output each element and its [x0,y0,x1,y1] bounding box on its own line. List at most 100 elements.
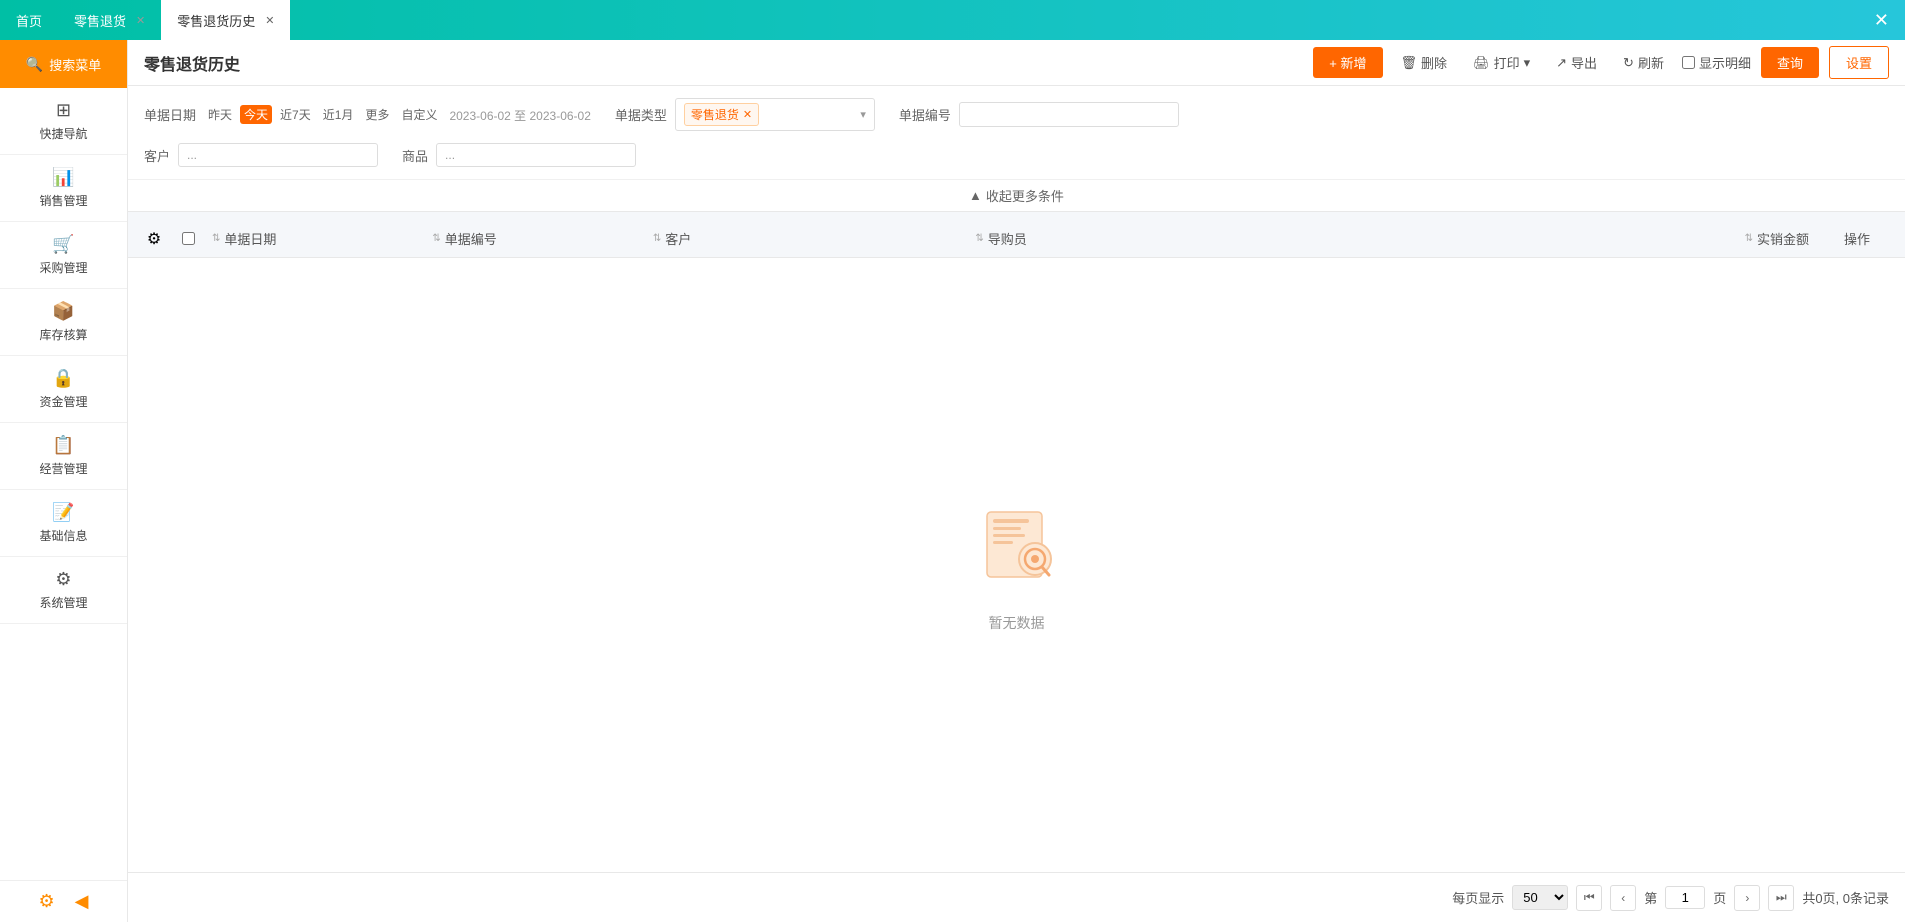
th-date-label: 单据日期 [224,229,276,248]
filter-row-1: 单据日期 昨天 今天 近7天 近1月 更多 自定义 2023-06-02 至 2… [144,98,1889,131]
shortcut-custom[interactable]: 自定义 [397,105,441,124]
page-title: 零售退货历史 [144,51,240,75]
delete-label: 删除 [1421,53,1447,72]
finance-icon: 🔒 [52,368,74,389]
query-button[interactable]: 查询 [1761,47,1819,78]
sidebar-item-quick-nav-label: 快捷导航 [39,125,87,142]
sidebar-search-label: 搜索菜单 [49,55,101,74]
table-settings-icon[interactable]: ⚙ [136,229,172,249]
sidebar-item-sales-label: 销售管理 [39,192,87,209]
sidebar-item-system-mgmt[interactable]: ⚙ 系统管理 [0,557,127,624]
shortcut-today[interactable]: 今天 [240,105,272,124]
per-page-label: 每页显示 [1452,888,1504,907]
tab-retail-return[interactable]: 零售退货 ✕ [58,0,161,40]
sidebar-item-inventory[interactable]: 📦 库存核算 [0,289,127,356]
sidebar-item-quick-nav[interactable]: ⊞ 快捷导航 [0,88,127,155]
filter-row-2: 客户 ... 商品 ... [144,143,1889,167]
th-date-sort-icon[interactable]: ⇅ [212,233,220,244]
customer-input[interactable]: ... [178,143,378,167]
tab-retail-return-label: 零售退货 [74,11,126,30]
th-amount: ⇅ 实销金额 [1188,229,1817,248]
date-range-display: 2023-06-02 至 2023-06-02 [449,107,590,124]
tab-home[interactable]: 首页 [0,0,58,40]
sidebar-item-purchase-label: 采购管理 [39,259,87,276]
display-checkbox-input[interactable] [1682,56,1695,69]
search-icon: 🔍 [26,56,43,73]
shortcut-yesterday[interactable]: 昨天 [204,105,236,124]
per-page-select[interactable]: 50 100 200 [1512,885,1568,910]
purchase-icon: 🛒 [52,234,74,255]
date-filter: 单据日期 昨天 今天 近7天 近1月 更多 自定义 2023-06-02 至 2… [144,105,591,124]
refresh-label: 刷新 [1638,53,1664,72]
sidebar: 🔍 搜索菜单 ⊞ 快捷导航 📊 销售管理 🛒 采购管理 📦 库存核算 🔒 [0,40,128,922]
refresh-icon: ↻ [1623,55,1634,71]
th-date: ⇅ 单据日期 [204,229,424,248]
th-customer-sort-icon[interactable]: ⇅ [653,233,661,244]
type-select[interactable]: 零售退货 ✕ ▾ [675,98,875,131]
page-input[interactable]: 1 [1665,886,1705,909]
content-area: 零售退货历史 + 新增 🗑 删除 🖨 打印 ▾ ↗ 导出 ↻ [128,40,1905,922]
print-dropdown-icon: ▾ [1524,55,1531,71]
sidebar-item-base-info[interactable]: 📝 基础信息 [0,490,127,557]
empty-illustration [967,497,1067,597]
print-button[interactable]: 🖨 打印 ▾ [1465,49,1538,76]
number-input[interactable] [959,102,1179,127]
tab-home-label: 首页 [16,11,42,30]
sidebar-item-finance-label: 资金管理 [39,393,87,410]
collapse-filter-button[interactable]: ▲ 收起更多条件 [953,180,1080,211]
sidebar-item-finance[interactable]: 🔒 资金管理 [0,356,127,423]
inventory-icon: 📦 [52,301,74,322]
sidebar-search[interactable]: 🔍 搜索菜单 [0,40,127,88]
prev-page-button[interactable]: ‹ [1610,885,1636,911]
shortcut-7days[interactable]: 近7天 [276,105,315,124]
top-bar: 首页 零售退货 ✕ 零售退货历史 ✕ ✕ [0,0,1905,40]
refresh-button[interactable]: ↻ 刷新 [1615,49,1672,76]
table-select-all-checkbox[interactable] [172,232,204,245]
delete-icon: 🗑 [1401,55,1418,71]
delete-button[interactable]: 🗑 删除 [1393,49,1456,76]
goods-input[interactable]: ... [436,143,636,167]
header-actions: + 新增 🗑 删除 🖨 打印 ▾ ↗ 导出 ↻ 刷新 [1313,46,1889,79]
page-header: 零售退货历史 + 新增 🗑 删除 🖨 打印 ▾ ↗ 导出 ↻ [128,40,1905,86]
th-number-sort-icon[interactable]: ⇅ [432,233,440,244]
settings-bottom-icon[interactable]: ⚙ [39,891,55,912]
shortcut-1month[interactable]: 近1月 [319,105,358,124]
type-tag-close-icon[interactable]: ✕ [743,108,752,121]
sidebar-item-purchase-mgmt[interactable]: 🛒 采购管理 [0,222,127,289]
add-button[interactable]: + 新增 [1313,47,1382,78]
display-label: 显示明细 [1699,53,1751,72]
sidebar-item-sales-mgmt[interactable]: 📊 销售管理 [0,155,127,222]
goods-filter-label: 商品 [402,146,428,165]
base-info-icon: 📝 [52,502,74,523]
sidebar-item-base-info-label: 基础信息 [39,527,87,544]
sidebar-item-operations[interactable]: 📋 经营管理 [0,423,127,490]
tab-retail-return-close[interactable]: ✕ [136,14,145,27]
pagination-bar: 每页显示 50 100 200 ⏮ ‹ 第 1 页 › ⏭ 共0页, 0条记录 [128,872,1905,922]
next-page-button[interactable]: › [1734,885,1760,911]
th-amount-sort-icon[interactable]: ⇅ [1745,233,1753,244]
tab-retail-return-history-close[interactable]: ✕ [265,14,274,27]
tab-retail-return-history[interactable]: 零售退货历史 ✕ [161,0,290,40]
first-page-button[interactable]: ⏮ [1576,885,1602,911]
window-close-button[interactable]: ✕ [1874,10,1889,30]
last-page-button[interactable]: ⏭ [1768,885,1794,911]
sidebar-bottom: ⚙ ◀ [0,880,127,922]
display-detail-checkbox[interactable]: 显示明细 [1682,53,1751,72]
th-guide-sort-icon[interactable]: ⇅ [975,233,983,244]
shortcut-more[interactable]: 更多 [361,105,393,124]
empty-state-text: 暂无数据 [989,613,1045,633]
goods-filter: 商品 ... [402,143,636,167]
system-icon: ⚙ [55,569,71,590]
goods-placeholder: ... [445,148,455,162]
type-filter-label: 单据类型 [615,105,667,124]
page-suffix: 页 [1713,888,1726,907]
collapse-sidebar-icon[interactable]: ◀ [75,891,89,912]
select-all-input[interactable] [182,232,195,245]
export-button[interactable]: ↗ 导出 [1548,49,1605,76]
collapse-label: 收起更多条件 [986,186,1064,205]
sidebar-item-inventory-label: 库存核算 [39,326,87,343]
th-number: ⇅ 单据编号 [424,229,644,248]
type-filter: 单据类型 零售退货 ✕ ▾ [615,98,875,131]
number-filter-label: 单据编号 [899,105,951,124]
settings-button[interactable]: 设置 [1829,46,1889,79]
